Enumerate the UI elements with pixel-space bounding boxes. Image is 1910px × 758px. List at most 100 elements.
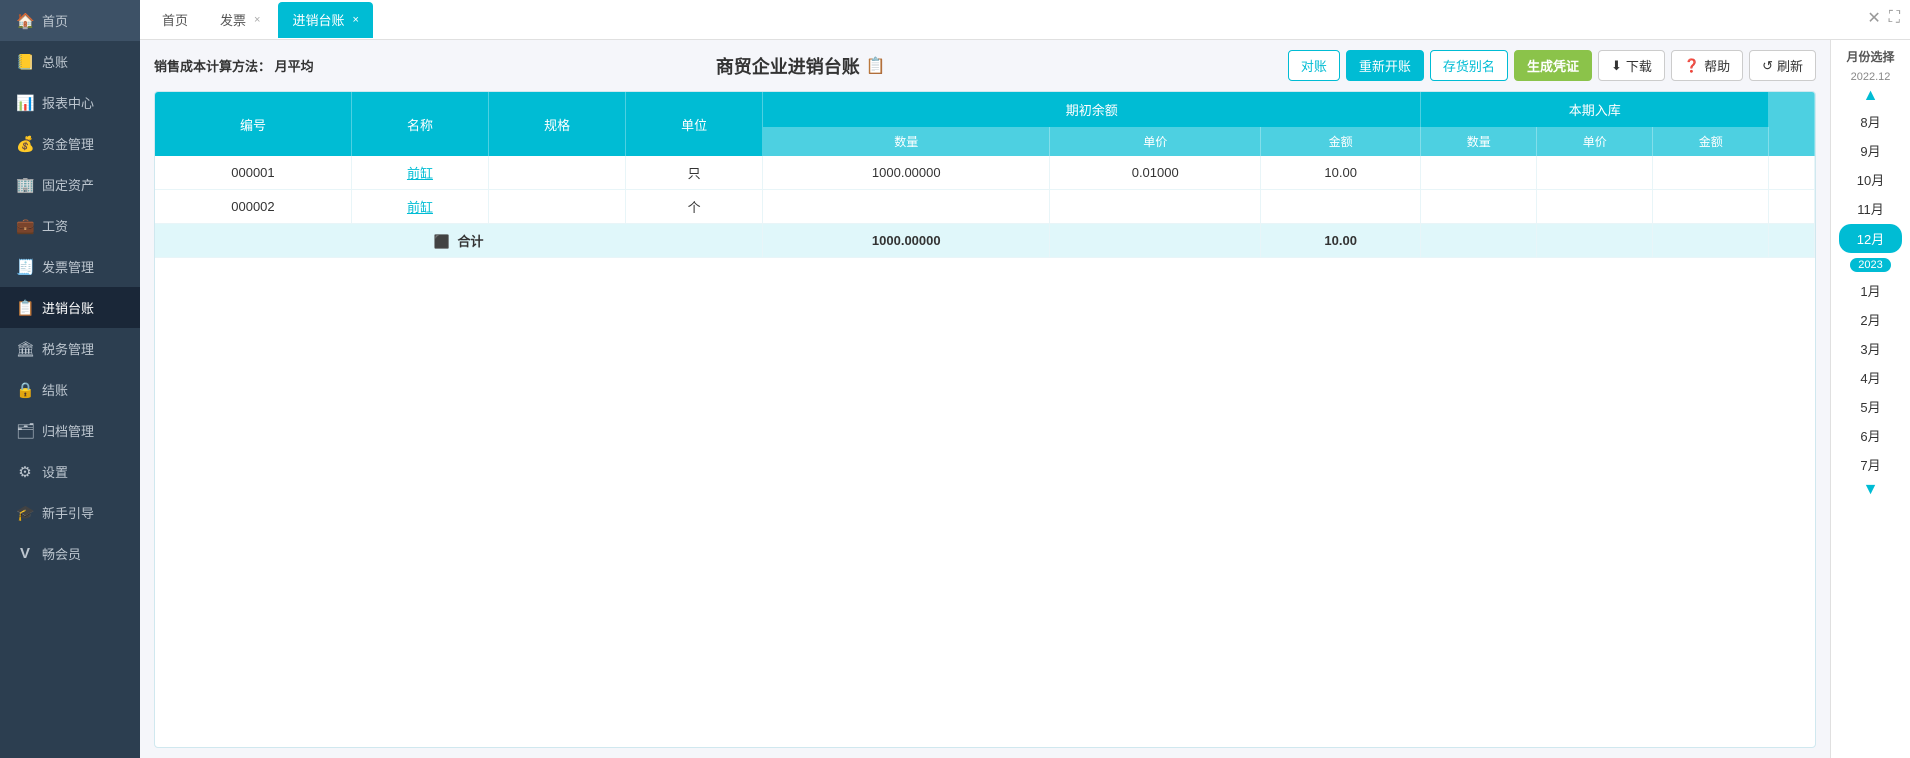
guide-icon: 🎓	[16, 504, 34, 522]
table-row: 000001 前缸 只 1000.00000 0.01000 10.00	[155, 156, 1815, 190]
month-item-5[interactable]: 5月	[1831, 392, 1910, 421]
month-item-12[interactable]: 12月	[1839, 224, 1902, 253]
generate-voucher-button[interactable]: 生成凭证	[1514, 50, 1592, 81]
member-icon: V	[16, 545, 34, 562]
funds-icon: 💰	[16, 135, 34, 153]
page-title: 商贸企业进销台账 📋	[716, 53, 886, 79]
sidebar-item-settings[interactable]: ⚙ 设置	[0, 451, 140, 492]
sidebar-item-ledger[interactable]: 📒 总账	[0, 41, 140, 82]
sidebar-item-salary[interactable]: 💼 工资	[0, 205, 140, 246]
tab-bar: 首页 发票 × 进销台账 × ✕ ⛶	[140, 0, 1910, 40]
window-maximize-button[interactable]: ⛶	[1889, 8, 1900, 28]
help-icon: ❓	[1684, 58, 1700, 74]
home-icon: 🏠	[16, 12, 34, 30]
month-item-8[interactable]: 8月	[1831, 107, 1910, 136]
window-controls: ✕ ⛶	[1867, 8, 1900, 28]
tab-purchase-sales-close[interactable]: ×	[352, 14, 358, 26]
tab-invoice[interactable]: 发票 ×	[206, 2, 274, 38]
sidebar-item-guide[interactable]: 🎓 新手引导	[0, 492, 140, 533]
scroll-down-button[interactable]: ▼	[1863, 479, 1879, 501]
cell-inbound-price	[1537, 190, 1653, 224]
total-inbound-qty	[1421, 224, 1537, 258]
month-item-10[interactable]: 10月	[1831, 165, 1910, 194]
sidebar-item-archive[interactable]: 🗂 归档管理	[0, 410, 140, 451]
total-more	[1769, 224, 1815, 258]
month-item-1[interactable]: 1月	[1831, 276, 1910, 305]
reconcile-button[interactable]: 对账	[1288, 50, 1340, 81]
month-item-4[interactable]: 4月	[1831, 363, 1910, 392]
sidebar-item-purchase-sales[interactable]: 📋 进销台账	[0, 287, 140, 328]
total-inbound-price	[1537, 224, 1653, 258]
cell-inbound-amount	[1653, 190, 1769, 224]
sidebar-item-home[interactable]: 🏠 首页	[0, 0, 140, 41]
cell-opening-price: 0.01000	[1050, 156, 1261, 190]
download-button[interactable]: ⬇ 下载	[1598, 50, 1665, 81]
cell-name: 前缸	[351, 190, 488, 224]
total-opening-qty: 1000.00000	[763, 224, 1050, 258]
month-item-3[interactable]: 3月	[1831, 334, 1910, 363]
tab-invoice-close[interactable]: ×	[254, 14, 260, 26]
sub-header-inbound-price: 单价	[1537, 127, 1653, 156]
cost-method: 销售成本计算方法： 月平均	[154, 56, 314, 75]
cell-opening-amount: 10.00	[1261, 156, 1421, 190]
total-icon: ⬛	[434, 234, 450, 249]
salary-icon: 💼	[16, 217, 34, 235]
total-opening-price	[1050, 224, 1261, 258]
sub-header-opening-amount: 金额	[1261, 127, 1421, 156]
close-period-icon: 🔒	[16, 381, 34, 399]
cell-more	[1769, 156, 1815, 190]
title-icon: 📋	[866, 56, 886, 76]
main-wrapper: 首页 发票 × 进销台账 × ✕ ⛶ 销售成本计算方法： 月平均	[140, 0, 1910, 758]
col-header-unit: 单位	[626, 92, 763, 156]
download-icon: ⬇	[1611, 58, 1622, 74]
toolbar-buttons: 对账 重新开账 存货别名 生成凭证 ⬇ 下载 ❓ 帮助 ↺	[1288, 50, 1816, 81]
cell-unit: 个	[626, 190, 763, 224]
sidebar-item-invoice-mgmt[interactable]: 🧾 发票管理	[0, 246, 140, 287]
month-item-9[interactable]: 9月	[1831, 136, 1910, 165]
col-header-code: 编号	[155, 92, 351, 156]
month-item-11[interactable]: 11月	[1831, 194, 1910, 223]
window-close-button[interactable]: ✕	[1867, 8, 1880, 28]
archive-icon: 🗂	[16, 422, 34, 440]
cell-more	[1769, 190, 1815, 224]
cell-spec	[489, 156, 626, 190]
sidebar-item-tax[interactable]: 🏛 税务管理	[0, 328, 140, 369]
assets-icon: 🏢	[16, 176, 34, 194]
cell-opening-qty	[763, 190, 1050, 224]
month-item-2[interactable]: 2月	[1831, 305, 1910, 334]
sidebar-item-close[interactable]: 🔒 结账	[0, 369, 140, 410]
help-button[interactable]: ❓ 帮助	[1671, 50, 1743, 81]
sidebar-item-assets[interactable]: 🏢 固定资产	[0, 164, 140, 205]
col-header-more	[1769, 92, 1815, 156]
cell-code: 000001	[155, 156, 351, 190]
sub-header-inbound-qty: 数量	[1421, 127, 1537, 156]
cell-code: 000002	[155, 190, 351, 224]
tax-icon: 🏛	[16, 340, 34, 358]
reports-icon: 📊	[16, 94, 34, 112]
cell-inbound-qty	[1421, 190, 1537, 224]
sidebar-item-funds[interactable]: 💰 资金管理	[0, 123, 140, 164]
tab-purchase-sales[interactable]: 进销台账 ×	[278, 2, 372, 38]
sub-header-opening-price: 单价	[1050, 127, 1261, 156]
cell-opening-price	[1050, 190, 1261, 224]
tab-home[interactable]: 首页	[148, 2, 202, 38]
sidebar-item-member[interactable]: V 畅会员	[0, 533, 140, 574]
cell-inbound-price	[1537, 156, 1653, 190]
cell-opening-amount	[1261, 190, 1421, 224]
month-item-6[interactable]: 6月	[1831, 421, 1910, 450]
sidebar-item-reports[interactable]: 📊 报表中心	[0, 82, 140, 123]
total-opening-amount: 10.00	[1261, 224, 1421, 258]
reopen-button[interactable]: 重新开账	[1346, 50, 1424, 81]
total-row: ⬛ 合计 1000.00000 10.00	[155, 224, 1815, 258]
save-alias-button[interactable]: 存货别名	[1430, 50, 1508, 81]
refresh-button[interactable]: ↺ 刷新	[1749, 50, 1816, 81]
cell-unit: 只	[626, 156, 763, 190]
cell-name: 前缸	[351, 156, 488, 190]
total-inbound-amount	[1653, 224, 1769, 258]
invoice-mgmt-icon: 🧾	[16, 258, 34, 276]
month-item-7[interactable]: 7月	[1831, 450, 1910, 479]
scroll-up-button[interactable]: ▲	[1863, 85, 1879, 107]
month-panel: 月份选择 2022.12 ▲ 8月 9月 10月 11月 12月 2023 1月…	[1830, 40, 1910, 758]
month-panel-title: 月份选择	[1846, 48, 1894, 65]
total-label: ⬛ 合计	[155, 224, 763, 258]
